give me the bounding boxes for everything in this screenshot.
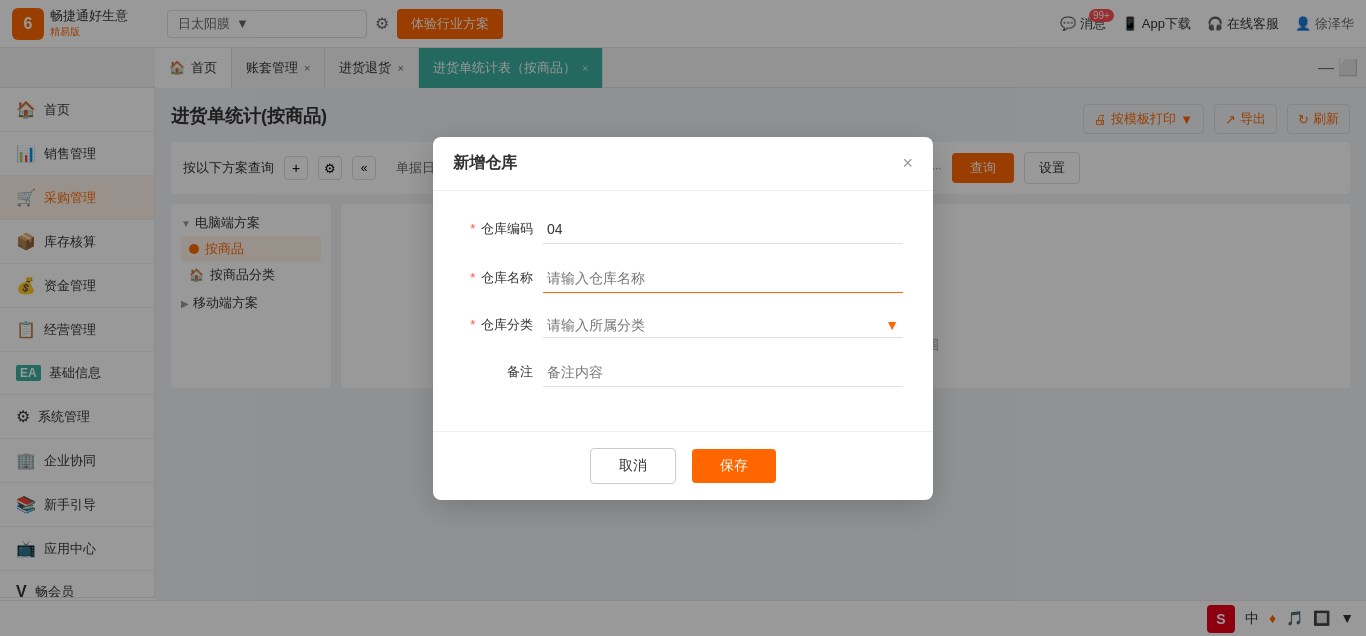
modal-title: 新增仓库 xyxy=(453,153,517,174)
cancel-button[interactable]: 取消 xyxy=(590,448,676,484)
warehouse-name-input[interactable] xyxy=(543,264,903,293)
form-row-category: * 仓库分类 ▼ xyxy=(463,313,903,338)
name-label: * 仓库名称 xyxy=(463,269,533,287)
category-select-input[interactable] xyxy=(547,317,885,333)
category-label: * 仓库分类 xyxy=(463,316,533,334)
remark-input[interactable] xyxy=(543,358,903,387)
modal-close-button[interactable]: × xyxy=(902,153,913,174)
add-warehouse-modal: 新增仓库 × * 仓库编码 * 仓库名称 xyxy=(433,137,933,500)
category-select-row[interactable]: ▼ xyxy=(543,313,903,338)
save-button[interactable]: 保存 xyxy=(692,449,776,483)
warehouse-code-input[interactable] xyxy=(543,215,903,244)
remark-label: 备注 xyxy=(463,363,533,381)
form-row-code: * 仓库编码 xyxy=(463,215,903,244)
modal-footer: 取消 保存 xyxy=(433,431,933,500)
code-label: * 仓库编码 xyxy=(463,220,533,238)
modal-header: 新增仓库 × xyxy=(433,137,933,191)
category-dropdown-icon: ▼ xyxy=(885,317,899,333)
modal-overlay: 新增仓库 × * 仓库编码 * 仓库名称 xyxy=(0,0,1366,636)
modal-body: * 仓库编码 * 仓库名称 * 仓库分类 xyxy=(433,191,933,431)
form-row-name: * 仓库名称 xyxy=(463,264,903,293)
form-row-remark: 备注 xyxy=(463,358,903,387)
